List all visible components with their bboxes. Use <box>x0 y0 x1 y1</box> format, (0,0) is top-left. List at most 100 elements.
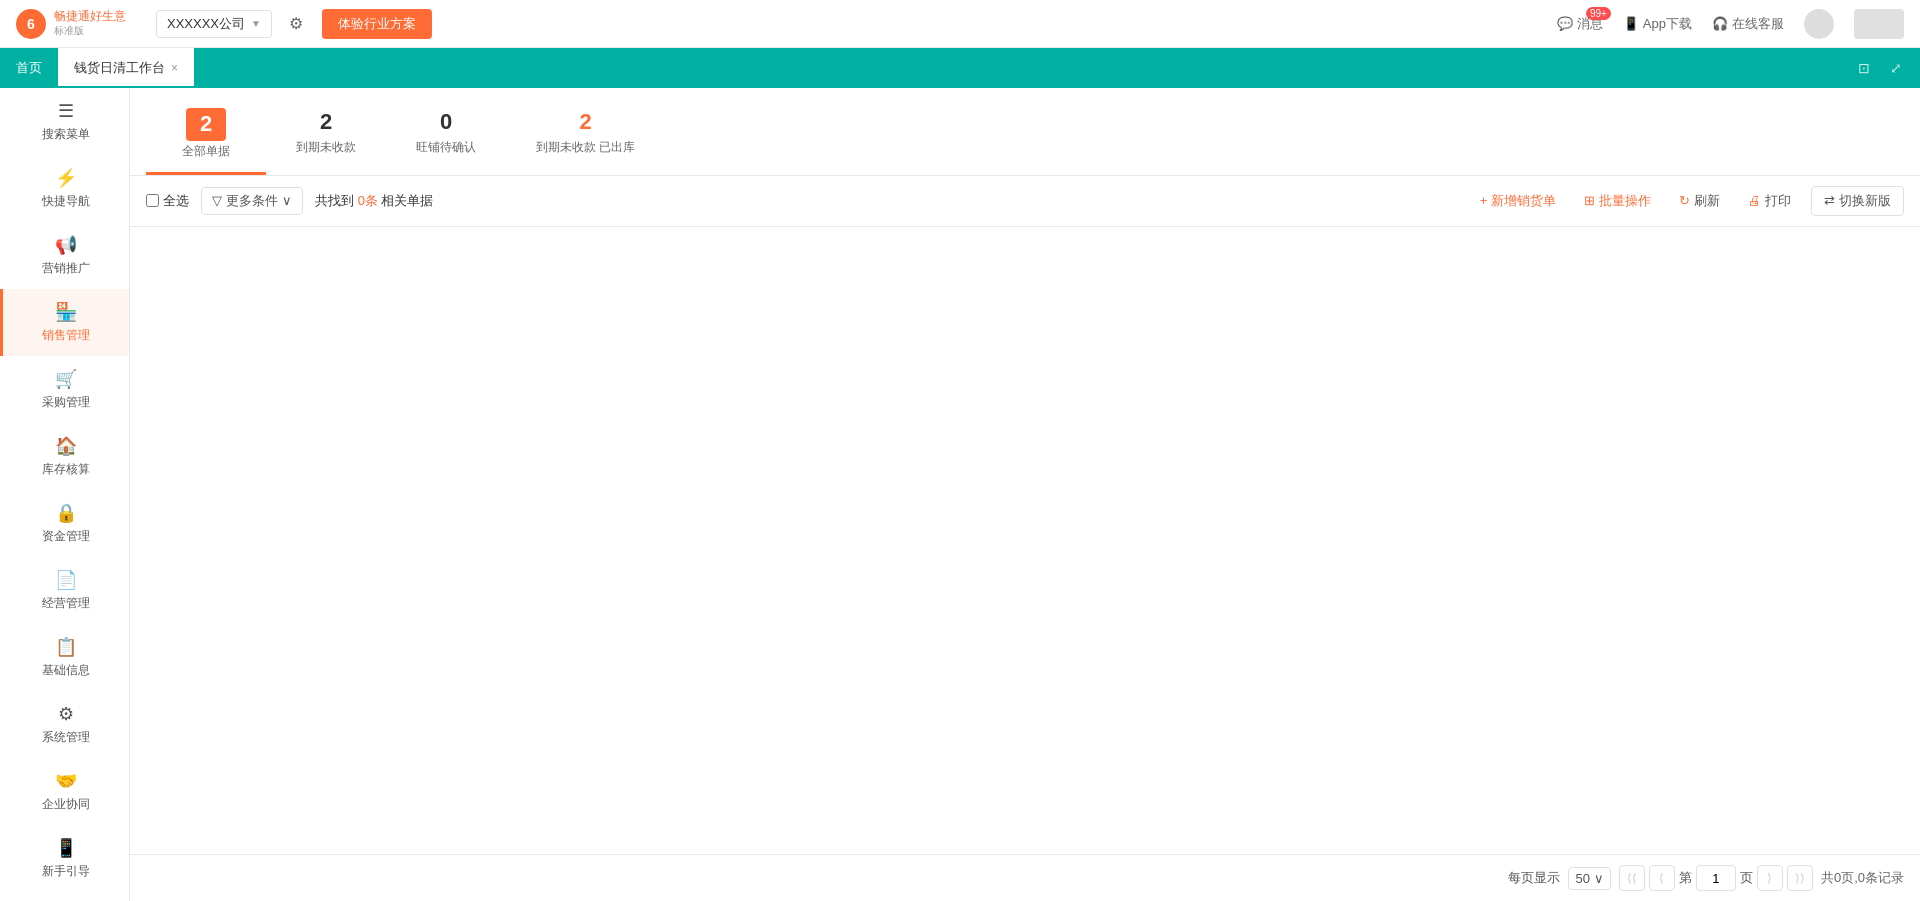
found-text: 共找到 0条 相关单据 <box>315 192 433 210</box>
sales-icon: 🏪 <box>55 301 77 323</box>
settings-icon[interactable]: ⚙ <box>280 8 312 40</box>
page-first-button[interactable]: ⟨⟨ <box>1619 865 1645 891</box>
sidebar-item-system[interactable]: ⚙ 系统管理 <box>0 691 129 758</box>
stat-label-all: 全部单据 <box>182 143 230 160</box>
sidebar-item-app-center[interactable]: 🎁 应用中心 <box>0 892 129 901</box>
refresh-button[interactable]: ↻ 刷新 <box>1671 188 1728 214</box>
app-icon: 📱 <box>1623 16 1639 31</box>
basic-info-icon: 📋 <box>55 636 77 658</box>
minimize-icon[interactable]: ⊡ <box>1852 56 1876 80</box>
batch-icon: ⊞ <box>1584 193 1595 208</box>
print-label: 打印 <box>1765 192 1791 210</box>
batch-operation-button[interactable]: ⊞ 批量操作 <box>1576 188 1659 214</box>
pagination: 每页显示 50 ∨ ⟨⟨ ⟨ 第 页 ⟩ ⟩⟩ 共0页,0条记录 <box>130 854 1920 901</box>
tab-close-icon[interactable]: × <box>171 61 178 75</box>
logo-area: 6 畅捷通好生意 标准版 <box>16 9 146 39</box>
sidebar-label-search-menu: 搜索菜单 <box>42 126 90 143</box>
page-last-button[interactable]: ⟩⟩ <box>1787 865 1813 891</box>
stat-tab-all[interactable]: 2 全部单据 <box>146 100 266 175</box>
stat-num-shipped: 2 <box>580 108 592 137</box>
sidebar-item-marketing[interactable]: 📢 营销推广 <box>0 222 129 289</box>
filter-chevron-icon: ∨ <box>282 193 292 208</box>
logo-text: 畅捷通好生意 <box>54 9 126 25</box>
tab-active[interactable]: 钱货日清工作台 × <box>58 48 194 88</box>
stat-tab-shipped[interactable]: 2 到期未收款 已出库 <box>506 100 665 175</box>
sidebar-item-guide[interactable]: 📱 新手引导 <box>0 825 129 892</box>
page-next-button[interactable]: ⟩ <box>1757 865 1783 891</box>
total-info: 共0页,0条记录 <box>1821 869 1904 887</box>
tab-home[interactable]: 首页 <box>0 48 58 88</box>
sidebar-item-search-menu[interactable]: ☰ 搜索菜单 <box>0 88 129 155</box>
online-service-action[interactable]: 🎧 在线客服 <box>1712 15 1784 33</box>
maximize-icon[interactable]: ⤢ <box>1884 56 1908 80</box>
page-label: 页 <box>1740 869 1753 887</box>
refresh-icon: ↻ <box>1679 193 1690 208</box>
chevron-down-icon: ▼ <box>251 18 261 29</box>
service-icon: 🎧 <box>1712 16 1728 31</box>
system-icon: ⚙ <box>58 703 74 725</box>
app-download-action[interactable]: 📱 App下载 <box>1623 15 1692 33</box>
avatar-placeholder <box>1854 9 1904 39</box>
refresh-label: 刷新 <box>1694 192 1720 210</box>
found-count: 0条 <box>358 193 378 208</box>
top-header: 6 畅捷通好生意 标准版 XXXXXX公司 ▼ ⚙ 体验行业方案 💬 消息 99… <box>0 0 1920 48</box>
page-first-label: 第 <box>1679 869 1692 887</box>
filter-button[interactable]: ▽ 更多条件 ∨ <box>201 187 303 215</box>
sidebar-item-finance[interactable]: 🔒 资金管理 <box>0 490 129 557</box>
toolbar-right: + 新增销货单 ⊞ 批量操作 ↻ 刷新 🖨 打印 ⇄ 切换新版 <box>1472 186 1904 216</box>
select-all-input[interactable] <box>146 194 159 207</box>
switch-icon: ⇄ <box>1824 193 1835 208</box>
logo-icon: 6 <box>16 9 46 39</box>
sidebar: ☰ 搜索菜单 ⚡ 快捷导航 📢 营销推广 🏪 销售管理 🛒 采购管理 🏠 库存核… <box>0 88 130 901</box>
switch-version-button[interactable]: ⇄ 切换新版 <box>1811 186 1904 216</box>
cooperation-icon: 🤝 <box>55 770 77 792</box>
found-suffix: 相关单据 <box>381 193 433 208</box>
stat-tab-overdue[interactable]: 2 到期未收款 <box>266 100 386 175</box>
print-button[interactable]: 🖨 打印 <box>1740 188 1799 214</box>
online-service-label: 在线客服 <box>1732 15 1784 33</box>
stat-tab-pending[interactable]: 0 旺铺待确认 <box>386 100 506 175</box>
add-sales-order-button[interactable]: + 新增销货单 <box>1472 188 1564 214</box>
sidebar-item-quick-nav[interactable]: ⚡ 快捷导航 <box>0 155 129 222</box>
page-size-select[interactable]: 50 ∨ <box>1568 867 1610 890</box>
batch-label: 批量操作 <box>1599 192 1651 210</box>
avatar[interactable] <box>1804 9 1834 39</box>
content-area: 2 全部单据 2 到期未收款 0 旺铺待确认 2 到期未收款 已出库 全选 <box>130 88 1920 901</box>
sidebar-item-purchase[interactable]: 🛒 采购管理 <box>0 356 129 423</box>
filter-label: 更多条件 <box>226 192 278 210</box>
sidebar-item-basic-info[interactable]: 📋 基础信息 <box>0 624 129 691</box>
active-tab-label: 钱货日清工作台 <box>74 59 165 77</box>
page-prev-button[interactable]: ⟨ <box>1649 865 1675 891</box>
sidebar-label-cooperation: 企业协同 <box>42 796 90 813</box>
select-all-checkbox[interactable]: 全选 <box>146 192 189 210</box>
toolbar: 全选 ▽ 更多条件 ∨ 共找到 0条 相关单据 + 新增销货单 ⊞ 批量操作 ↻ <box>130 176 1920 227</box>
page-size-value: 50 <box>1575 871 1589 886</box>
sidebar-label-sales: 销售管理 <box>42 327 90 344</box>
page-number-input[interactable] <box>1696 865 1736 891</box>
header-right: 💬 消息 99+ 📱 App下载 🎧 在线客服 <box>1557 9 1904 39</box>
found-prefix: 共找到 <box>315 193 354 208</box>
marketing-icon: 📢 <box>55 234 77 256</box>
stat-label-pending: 旺铺待确认 <box>416 139 476 156</box>
stat-label-overdue: 到期未收款 <box>296 139 356 156</box>
trial-button[interactable]: 体验行业方案 <box>322 9 432 39</box>
table-area <box>130 227 1920 854</box>
sidebar-item-inventory[interactable]: 🏠 库存核算 <box>0 423 129 490</box>
sidebar-label-inventory: 库存核算 <box>42 461 90 478</box>
stat-num-all: 2 <box>186 108 226 141</box>
sidebar-item-sales[interactable]: 🏪 销售管理 <box>0 289 129 356</box>
switch-label: 切换新版 <box>1839 192 1891 210</box>
company-name: XXXXXX公司 <box>167 15 245 33</box>
sidebar-item-cooperation[interactable]: 🤝 企业协同 <box>0 758 129 825</box>
message-action[interactable]: 💬 消息 99+ <box>1557 15 1603 33</box>
sidebar-label-basic-info: 基础信息 <box>42 662 90 679</box>
sidebar-label-system: 系统管理 <box>42 729 90 746</box>
company-selector[interactable]: XXXXXX公司 ▼ <box>156 10 272 38</box>
message-badge: 99+ <box>1586 7 1611 20</box>
sidebar-label-marketing: 营销推广 <box>42 260 90 277</box>
message-icon: 💬 <box>1557 16 1573 31</box>
operations-icon: 📄 <box>55 569 77 591</box>
select-all-label: 全选 <box>163 192 189 210</box>
purchase-icon: 🛒 <box>55 368 77 390</box>
sidebar-item-operations[interactable]: 📄 经营管理 <box>0 557 129 624</box>
